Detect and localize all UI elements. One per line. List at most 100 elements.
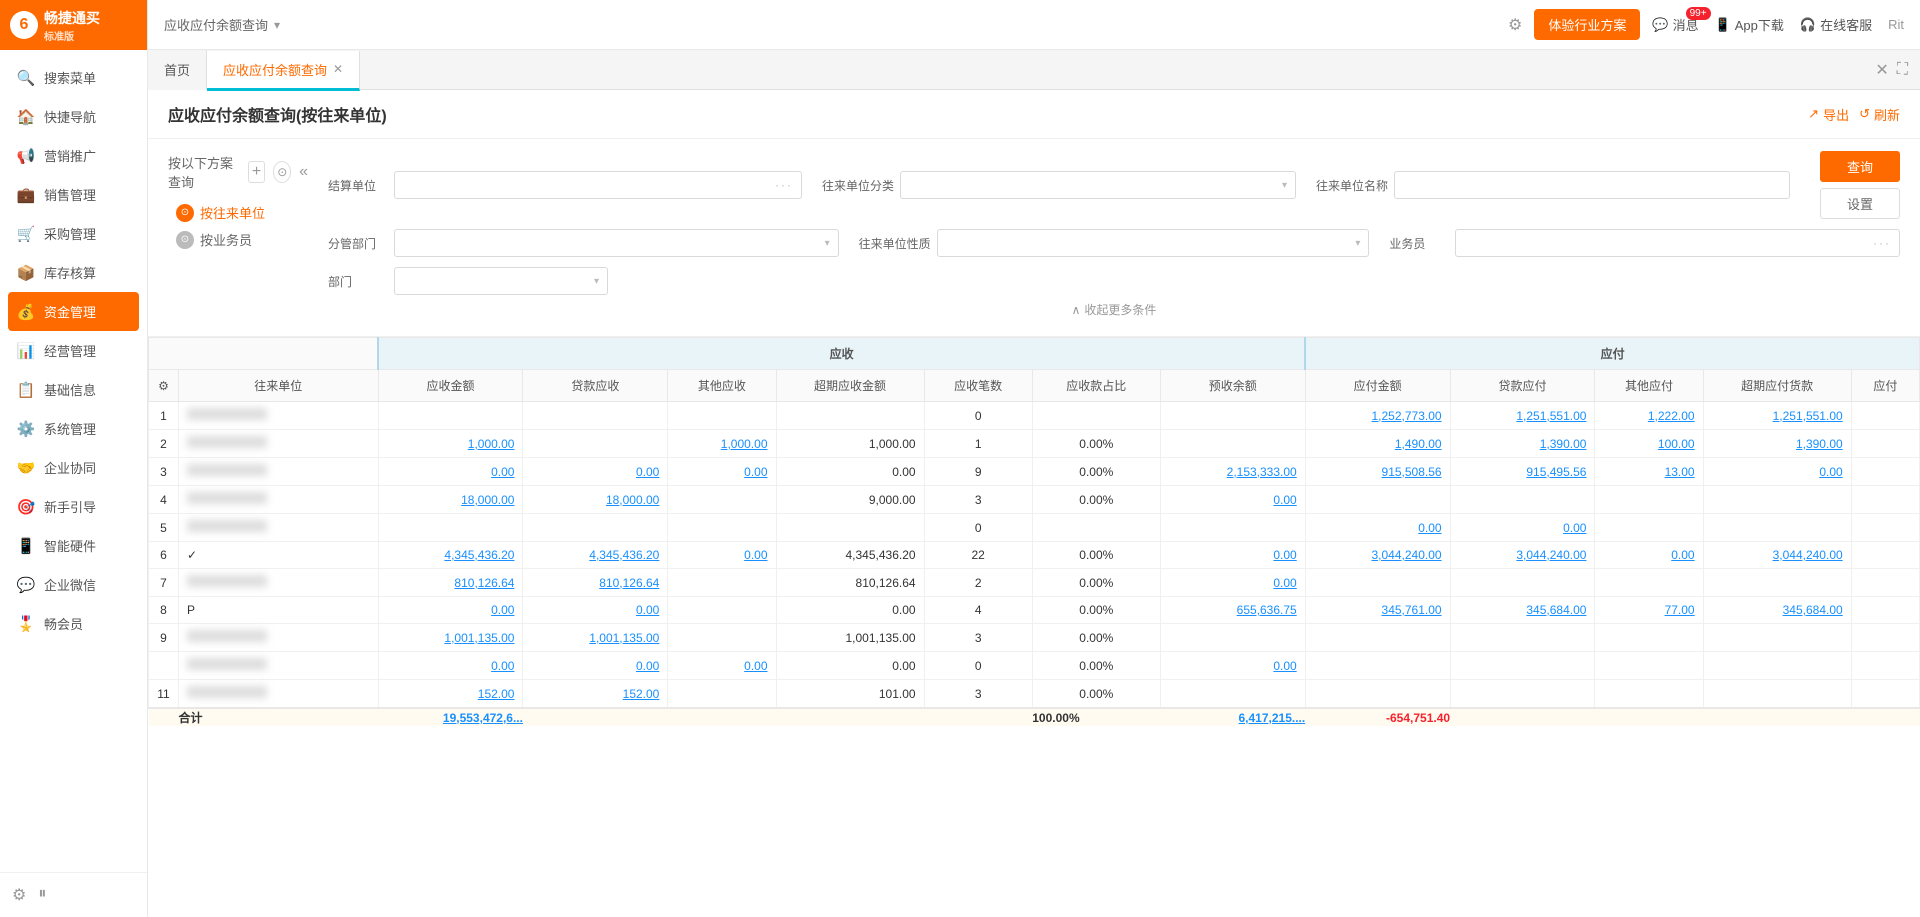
sidebar-item-purchase[interactable]: 🛒 采购管理 [0,214,147,253]
tab-home[interactable]: 首页 [148,50,207,90]
table-cell[interactable]: 0.00 [1160,569,1305,597]
tab-ar-ap[interactable]: 应收应付余额查询 ✕ [207,51,360,91]
dept-manage-input[interactable]: ▾ [394,229,839,257]
sidebar-item-guide[interactable]: 🎯 新手引导 [0,487,147,526]
settlement-input[interactable]: ··· [394,171,802,199]
table-cell[interactable]: 810,126.64 [378,569,523,597]
sidebar-item-collab[interactable]: 🤝 企业协同 [0,448,147,487]
table-cell[interactable]: 1,390.00 [1703,430,1851,458]
marketing-label: 营销推广 [44,146,96,165]
filter-add-icon[interactable]: + [248,161,266,183]
th-settings[interactable]: ⚙ [149,370,179,402]
settings-footer-icon[interactable]: ⚙ [12,885,26,905]
app-download-btn[interactable]: 📱 App下载 [1715,15,1784,34]
sidebar-item-sales[interactable]: 💼 销售管理 [0,175,147,214]
filter-collapse-btn[interactable]: ∧ 收起更多条件 [328,295,1900,324]
table-cell[interactable]: 0.00 [1160,542,1305,569]
table-cell[interactable]: 0.00 [1703,458,1851,486]
table-cell[interactable]: 0.00 [1305,514,1450,542]
table-cell[interactable]: 0.00 [378,652,523,680]
partner-cell [179,680,379,709]
table-cell[interactable]: 0.00 [1160,486,1305,514]
filter-circle-icon[interactable]: ⊙ [273,161,291,183]
table-cell[interactable]: 3,044,240.00 [1305,542,1450,569]
partner-cat-input[interactable]: ▾ [900,171,1296,199]
table-cell[interactable]: 1,390.00 [1450,430,1595,458]
table-cell[interactable]: 18,000.00 [523,486,668,514]
online-service-btn[interactable]: 🎧 在线客服 [1800,15,1872,34]
table-cell[interactable]: 1,251,551.00 [1450,402,1595,430]
table-cell[interactable]: 1,490.00 [1305,430,1450,458]
partner-cat-chevron-icon: ▾ [1282,180,1287,191]
table-cell[interactable]: 152.00 [523,680,668,709]
set-button[interactable]: 设置 [1820,188,1900,219]
table-cell[interactable]: 18,000.00 [378,486,523,514]
table-cell[interactable]: 152.00 [378,680,523,709]
sidebar-item-hardware[interactable]: 📱 智能硬件 [0,526,147,565]
table-cell[interactable]: 0.00 [523,652,668,680]
table-cell[interactable]: 0.00 [378,458,523,486]
footer-ar-prepay[interactable]: 6,417,215.... [1160,708,1305,726]
table-cell[interactable]: 1,000.00 [668,430,776,458]
table-cell[interactable]: 2,153,333.00 [1160,458,1305,486]
table-cell[interactable]: 0.00 [668,652,776,680]
sub-filter-by-staff[interactable]: ⊙ 按业务员 [168,226,308,253]
table-cell[interactable]: 1,001,135.00 [378,624,523,652]
sidebar-item-inventory[interactable]: 📦 库存核算 [0,253,147,292]
sidebar-item-member[interactable]: 🎖️ 畅会员 [0,604,147,643]
table-cell[interactable]: 1,222.00 [1595,402,1703,430]
tab-close-window-icon[interactable]: ✕ [1875,60,1888,80]
tab-close-icon[interactable]: ✕ [333,62,343,76]
refresh-button[interactable]: ↺ 刷新 [1859,105,1900,124]
partner-nature-input[interactable]: ▾ [937,229,1370,257]
table-cell[interactable]: 345,761.00 [1305,597,1450,624]
sub-filter-by-unit[interactable]: ⊙ 按往来单位 [168,199,308,226]
table-cell[interactable]: 4,345,436.20 [378,542,523,569]
table-cell[interactable]: 1,001,135.00 [523,624,668,652]
table-cell[interactable]: 0.00 [668,458,776,486]
table-cell[interactable]: 345,684.00 [1450,597,1595,624]
sidebar-item-operations[interactable]: 📊 经营管理 [0,331,147,370]
filter-nav-icon[interactable]: « [299,163,308,181]
header-gear-icon[interactable]: ⚙ [1508,15,1522,35]
salesman-input[interactable]: ··· [1455,229,1900,257]
table-cell[interactable]: 0.00 [523,597,668,624]
partner-name-input[interactable] [1394,171,1790,199]
table-cell[interactable]: 0.00 [668,542,776,569]
table-cell[interactable]: 0.00 [523,458,668,486]
query-button[interactable]: 查询 [1820,151,1900,182]
table-cell[interactable]: 13.00 [1595,458,1703,486]
collapse-sidebar-icon[interactable]: ⏸ [38,885,46,905]
table-cell: 7 [149,569,179,597]
sidebar-item-system[interactable]: ⚙️ 系统管理 [0,409,147,448]
table-cell[interactable]: 810,126.64 [523,569,668,597]
table-cell[interactable]: 1,252,773.00 [1305,402,1450,430]
tab-maximize-icon[interactable]: ⛶ [1897,61,1908,79]
table-cell[interactable]: 345,684.00 [1703,597,1851,624]
sidebar-item-quick-nav[interactable]: 🏠 快捷导航 [0,97,147,136]
table-cell[interactable]: 0.00 [1450,514,1595,542]
table-cell[interactable]: 0.00 [1595,542,1703,569]
table-cell[interactable]: 1,251,551.00 [1703,402,1851,430]
table-cell[interactable]: 3,044,240.00 [1703,542,1851,569]
table-cell[interactable]: 3,044,240.00 [1450,542,1595,569]
table-cell[interactable]: 77.00 [1595,597,1703,624]
sidebar-item-search-menu[interactable]: 🔍 搜索菜单 [0,58,147,97]
sidebar-item-finance[interactable]: 💰 资金管理 [8,292,139,331]
table-cell[interactable]: 655,636.75 [1160,597,1305,624]
sidebar-item-basics[interactable]: 📋 基础信息 [0,370,147,409]
footer-ar-total[interactable]: 19,553,472,6... [378,708,523,726]
table-cell[interactable]: 915,508.56 [1305,458,1450,486]
message-btn[interactable]: 💬 消息 99+ [1652,15,1698,34]
table-cell[interactable]: 1,000.00 [378,430,523,458]
table-cell[interactable]: 0.00 [378,597,523,624]
sidebar-item-wechat[interactable]: 💬 企业微信 [0,565,147,604]
trial-button[interactable]: 体验行业方案 [1534,9,1640,40]
export-button[interactable]: ↗ 导出 [1808,105,1849,124]
sidebar-item-marketing[interactable]: 📢 营销推广 [0,136,147,175]
table-cell[interactable]: 100.00 [1595,430,1703,458]
table-cell[interactable]: 4,345,436.20 [523,542,668,569]
table-cell[interactable]: 0.00 [1160,652,1305,680]
dept-input[interactable]: ▾ [394,267,608,295]
table-cell[interactable]: 915,495.56 [1450,458,1595,486]
